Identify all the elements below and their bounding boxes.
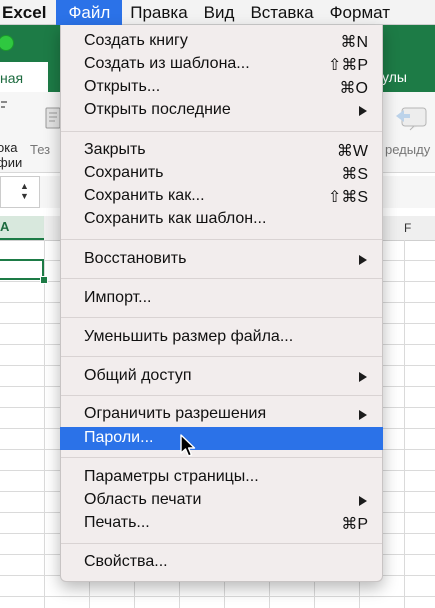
menu-item-label: Восстановить [84, 250, 187, 267]
menu-item-label: Ограничить разрешения [84, 405, 267, 422]
selected-cell[interactable] [0, 259, 44, 280]
menu-view[interactable]: Вид [196, 0, 243, 25]
menu-separator [61, 543, 382, 544]
menu-file[interactable]: Файл [56, 0, 123, 25]
ribbon-label-thesaurus: Тез [30, 142, 51, 157]
ribbon-tab-formulas[interactable]: улы [382, 62, 435, 92]
menu-item-save-as-template[interactable]: Сохранить как шаблон... [61, 208, 382, 231]
menu-item-label: Пароли... [84, 429, 154, 446]
menu-separator [61, 395, 382, 396]
menu-item-passwords[interactable]: Пароли... [60, 427, 383, 450]
menu-separator [61, 131, 382, 132]
menu-item-label: Открыть... [84, 78, 161, 95]
ribbon-tab-home[interactable]: ная [0, 67, 48, 89]
menu-item-label: Импорт... [84, 289, 152, 306]
menu-item-label: Сохранить как шаблон... [84, 210, 267, 227]
menu-edit[interactable]: Правка [122, 0, 195, 25]
mouse-pointer-icon [180, 434, 196, 457]
menu-item-open[interactable]: Открыть... ⌘O [61, 76, 382, 99]
name-box-stepper[interactable]: ▲ ▼ [20, 181, 29, 201]
submenu-arrow-icon [359, 372, 367, 382]
menu-separator [61, 278, 382, 279]
menu-separator [61, 457, 382, 458]
menu-item-label: Уменьшить размер файла... [84, 328, 294, 345]
menu-format[interactable]: Формат [322, 0, 398, 25]
menu-item-shortcut: ⌘W [336, 143, 368, 160]
menu-item-shortcut: ⌘N [340, 34, 368, 51]
menu-item-new-from-template[interactable]: Создать из шаблона... ⇧⌘P [61, 53, 382, 76]
column-header-a[interactable]: A [0, 216, 44, 240]
menu-item-share[interactable]: Общий доступ [61, 365, 382, 388]
menu-item-properties[interactable]: Свойства... [61, 551, 382, 574]
submenu-arrow-icon [359, 255, 367, 265]
fill-handle[interactable] [40, 276, 48, 284]
menu-separator [61, 239, 382, 240]
file-menu-dropdown: Создать книгу ⌘N Создать из шаблона... ⇧… [60, 25, 383, 582]
submenu-arrow-icon [359, 106, 367, 116]
menu-item-label: Параметры страницы... [84, 468, 259, 485]
menu-item-print-area[interactable]: Область печати [61, 489, 382, 512]
menu-separator [61, 356, 382, 357]
menu-item-label: Свойства... [84, 553, 168, 570]
column-header-f[interactable]: F [404, 216, 424, 240]
menu-item-label: Печать... [84, 514, 150, 531]
menu-separator [61, 317, 382, 318]
menu-item-open-recent[interactable]: Открыть последние [61, 99, 382, 122]
menu-bar: Excel Файл Правка Вид Вставка Формат [0, 0, 435, 25]
menu-item-shortcut: ⌘P [341, 516, 368, 533]
menu-item-label: Создать книгу [84, 32, 188, 49]
menu-item-restore[interactable]: Восстановить [61, 248, 382, 271]
menu-item-shortcut: ⌘O [339, 80, 368, 97]
menu-item-shortcut: ⇧⌘S [327, 189, 368, 206]
menu-item-label: Сохранить [84, 164, 164, 181]
menu-insert[interactable]: Вставка [242, 0, 321, 25]
menu-item-label: Открыть последние [84, 101, 231, 118]
ribbon-label-previous: редыду [385, 142, 431, 157]
submenu-arrow-icon [359, 496, 367, 506]
menu-item-reduce-file-size[interactable]: Уменьшить размер файла... [61, 326, 382, 349]
menu-item-restrict-permissions[interactable]: Ограничить разрешения [61, 403, 382, 426]
menu-item-label: Закрыть [84, 141, 146, 158]
menu-item-label: Сохранить как... [84, 187, 205, 204]
menu-app-excel[interactable]: Excel [0, 0, 56, 25]
menu-item-import[interactable]: Импорт... [61, 287, 382, 310]
menu-item-save-as[interactable]: Сохранить как... ⇧⌘S [61, 185, 382, 208]
menu-item-label: Общий доступ [84, 367, 192, 384]
menu-item-label: Область печати [84, 491, 202, 508]
menu-item-new-workbook[interactable]: Создать книгу ⌘N [61, 30, 382, 53]
previous-comment-icon[interactable] [396, 102, 428, 134]
ribbon-format-icon[interactable] [0, 100, 10, 114]
menu-item-shortcut: ⌘S [341, 166, 368, 183]
ribbon-label-styles: ока фии [0, 140, 23, 170]
menu-item-save[interactable]: Сохранить ⌘S [61, 162, 382, 185]
menu-item-shortcut: ⇧⌘P [327, 57, 368, 74]
menu-item-label: Создать из шаблона... [84, 55, 250, 72]
submenu-arrow-icon [359, 410, 367, 420]
menu-item-page-setup[interactable]: Параметры страницы... [61, 466, 382, 489]
menu-item-close[interactable]: Закрыть ⌘W [61, 139, 382, 162]
menu-item-print[interactable]: Печать... ⌘P [61, 512, 382, 535]
